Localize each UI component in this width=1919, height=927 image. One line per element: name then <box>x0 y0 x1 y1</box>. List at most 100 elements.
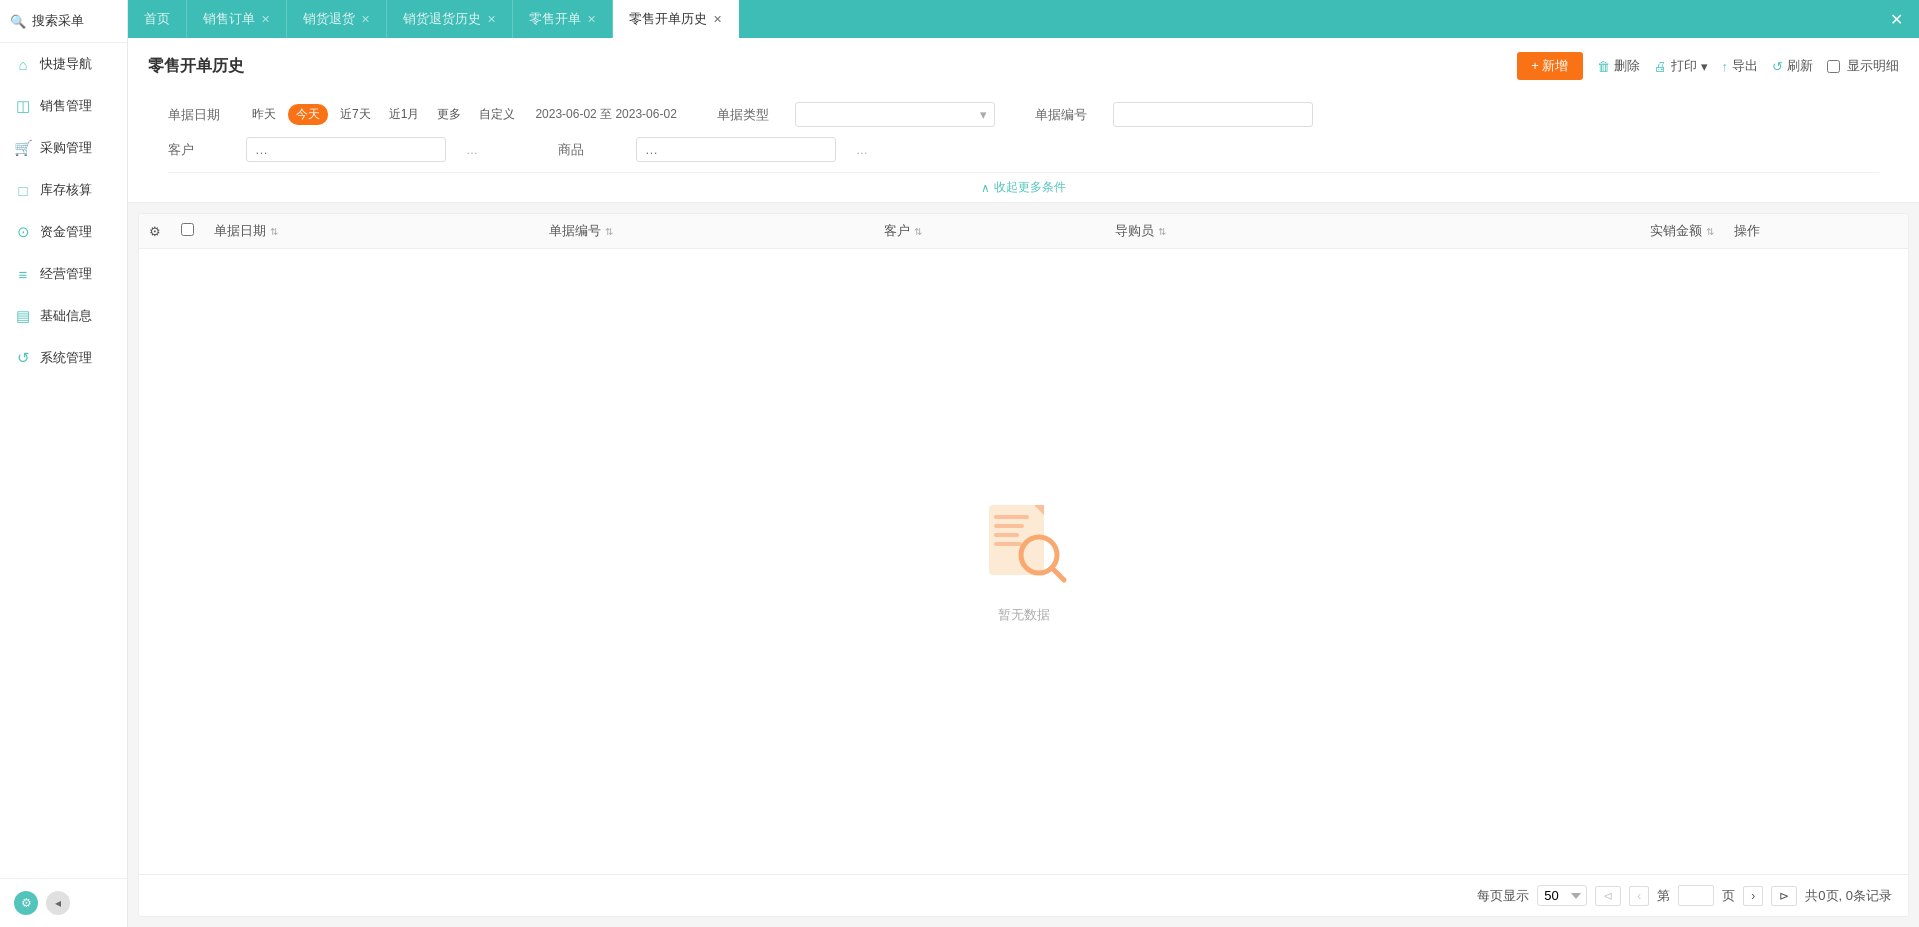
tab-bar-right: ✕ <box>1890 10 1919 29</box>
print-dropdown-icon: ▾ <box>1701 59 1708 74</box>
print-icon: 🖨 <box>1654 59 1667 74</box>
tab-sales-return-close[interactable]: ✕ <box>361 13 370 26</box>
sidebar-item-system[interactable]: ↺ 系统管理 <box>0 337 127 379</box>
current-page-input[interactable]: 1 <box>1678 885 1714 906</box>
sidebar-item-finance[interactable]: ⊙ 资金管理 <box>0 211 127 253</box>
last-page-button[interactable]: ⊳ <box>1771 886 1797 906</box>
tab-retail-history[interactable]: 零售开单历史 ✕ <box>613 0 739 38</box>
sort-customer-icon[interactable]: ⇅ <box>914 226 922 237</box>
delete-icon: 🗑 <box>1597 59 1610 74</box>
filter-area: 单据日期 昨天 今天 近7天 近1月 更多 自定义 2023-06-02 至 2… <box>148 92 1899 202</box>
product-dots[interactable]: … <box>856 143 868 157</box>
total-text: 共0页, 0条记录 <box>1805 887 1892 905</box>
page-title: 零售开单历史 <box>148 56 244 77</box>
table-gear-icon[interactable]: ⚙ <box>149 224 161 239</box>
date-btn-more[interactable]: 更多 <box>431 104 467 125</box>
date-btn-yesterday[interactable]: 昨天 <box>246 104 282 125</box>
doc-no-input[interactable] <box>1113 102 1313 127</box>
system-icon: ↺ <box>14 349 32 367</box>
sidebar-item-operations[interactable]: ≡ 经营管理 <box>0 253 127 295</box>
collapse-label: 收起更多条件 <box>994 179 1066 196</box>
display-detail-checkbox[interactable] <box>1827 60 1840 73</box>
doc-type-label: 单据类型 <box>717 106 775 124</box>
home-icon: ⌂ <box>14 55 32 73</box>
next-page-button[interactable]: › <box>1743 886 1763 906</box>
sidebar-item-inventory[interactable]: □ 库存核算 <box>0 169 127 211</box>
print-button[interactable]: 🖨 打印 ▾ <box>1654 57 1708 75</box>
date-btn-today[interactable]: 今天 <box>288 104 328 125</box>
sidebar: 🔍 搜索采单 ⌂ 快捷导航 ◫ 销售管理 🛒 采购管理 □ 库存核算 ⊙ 资金管… <box>0 0 128 927</box>
empty-state: 暂无数据 <box>139 249 1908 874</box>
sidebar-item-label: 系统管理 <box>40 349 92 367</box>
col-salesperson: 导购员 ⇅ <box>1105 214 1388 249</box>
inventory-icon: □ <box>14 181 32 199</box>
tab-retail-history-close[interactable]: ✕ <box>713 13 722 26</box>
tab-sales-return[interactable]: 销货退货 ✕ <box>287 0 387 38</box>
prev-page-button[interactable]: ‹ <box>1629 886 1649 906</box>
refresh-button[interactable]: ↺ 刷新 <box>1772 57 1813 75</box>
tab-sales-return-history[interactable]: 销货退货历史 ✕ <box>387 0 513 38</box>
doc-type-select[interactable] <box>795 102 995 127</box>
tab-retail-open[interactable]: 零售开单 ✕ <box>513 0 613 38</box>
tab-home[interactable]: 首页 <box>128 0 187 38</box>
purchase-icon: 🛒 <box>14 139 32 157</box>
customer-dots[interactable]: … <box>466 143 478 157</box>
page-label: 页 <box>1722 887 1735 905</box>
add-button[interactable]: + 新增 <box>1517 52 1582 80</box>
display-detail-button[interactable]: 显示明细 <box>1827 57 1899 75</box>
sidebar-search-label: 搜索采单 <box>32 12 84 30</box>
baseinfo-icon: ▤ <box>14 307 32 325</box>
refresh-icon: ↺ <box>1772 59 1783 74</box>
settings-bottom-icon[interactable]: ⚙ <box>14 891 38 915</box>
sidebar-item-quick-nav[interactable]: ⌂ 快捷导航 <box>0 43 127 85</box>
date-filter-label: 单据日期 <box>168 106 226 124</box>
tab-bar: 首页 销售订单 ✕ 销货退货 ✕ 销货退货历史 ✕ 零售开单 ✕ 零售开单历史 … <box>128 0 1919 38</box>
per-page-select[interactable]: 50 100 <box>1537 885 1587 906</box>
customer-input[interactable] <box>246 137 446 162</box>
sort-date-icon[interactable]: ⇅ <box>270 226 278 237</box>
collapse-bar[interactable]: ∧ 收起更多条件 <box>168 172 1879 202</box>
sidebar-item-purchase-mgmt[interactable]: 🛒 采购管理 <box>0 127 127 169</box>
sort-no-icon[interactable]: ⇅ <box>605 226 613 237</box>
sidebar-search[interactable]: 🔍 搜索采单 <box>0 0 127 43</box>
sidebar-item-label: 基础信息 <box>40 307 92 325</box>
sort-amount-icon[interactable]: ⇅ <box>1706 226 1714 237</box>
date-btn-custom[interactable]: 自定义 <box>473 104 521 125</box>
sidebar-item-label: 资金管理 <box>40 223 92 241</box>
table-settings-col: ⚙ <box>139 214 171 249</box>
empty-text: 暂无数据 <box>998 606 1050 624</box>
svg-line-6 <box>1052 568 1064 580</box>
sidebar-item-base-info[interactable]: ▤ 基础信息 <box>0 295 127 337</box>
tab-sales-return-history-close[interactable]: ✕ <box>487 13 496 26</box>
col-no: 单据编号 ⇅ <box>539 214 874 249</box>
tab-sales-order[interactable]: 销售订单 ✕ <box>187 0 287 38</box>
sidebar-item-sales-mgmt[interactable]: ◫ 销售管理 <box>0 85 127 127</box>
select-all-checkbox[interactable] <box>181 223 194 236</box>
sort-salesperson-icon[interactable]: ⇅ <box>1158 226 1166 237</box>
data-table: ⚙ 单据日期 ⇅ 单据编号 ⇅ <box>139 214 1908 249</box>
delete-button[interactable]: 🗑 删除 <box>1597 57 1640 75</box>
export-button[interactable]: ↑ 导出 <box>1722 57 1759 75</box>
tab-retail-open-close[interactable]: ✕ <box>587 13 596 26</box>
sidebar-item-label: 经营管理 <box>40 265 92 283</box>
main-area: 首页 销售订单 ✕ 销货退货 ✕ 销货退货历史 ✕ 零售开单 ✕ 零售开单历史 … <box>128 0 1919 927</box>
doc-no-label: 单据编号 <box>1035 106 1093 124</box>
content-area: 零售开单历史 + 新增 🗑 删除 🖨 打印 ▾ ↑ 导出 <box>128 38 1919 927</box>
collapse-icon: ∧ <box>981 181 990 195</box>
date-btn-last7[interactable]: 近7天 <box>334 104 377 125</box>
export-icon: ↑ <box>1722 59 1729 74</box>
filter-row-2: 客户 … 商品 … <box>168 137 1879 162</box>
svg-rect-1 <box>994 515 1029 519</box>
svg-rect-3 <box>994 533 1019 537</box>
first-page-button[interactable]: ⊲ <box>1595 886 1621 906</box>
col-customer: 客户 ⇅ <box>874 214 1105 249</box>
window-close-icon[interactable]: ✕ <box>1890 10 1903 29</box>
tab-sales-order-close[interactable]: ✕ <box>261 13 270 26</box>
finance-icon: ⊙ <box>14 223 32 241</box>
collapse-sidebar-icon[interactable]: ◂ <box>46 891 70 915</box>
col-date: 单据日期 ⇅ <box>204 214 539 249</box>
date-btn-last-month[interactable]: 近1月 <box>383 104 426 125</box>
sidebar-item-label: 销售管理 <box>40 97 92 115</box>
product-input[interactable] <box>636 137 836 162</box>
empty-icon <box>974 500 1074 590</box>
